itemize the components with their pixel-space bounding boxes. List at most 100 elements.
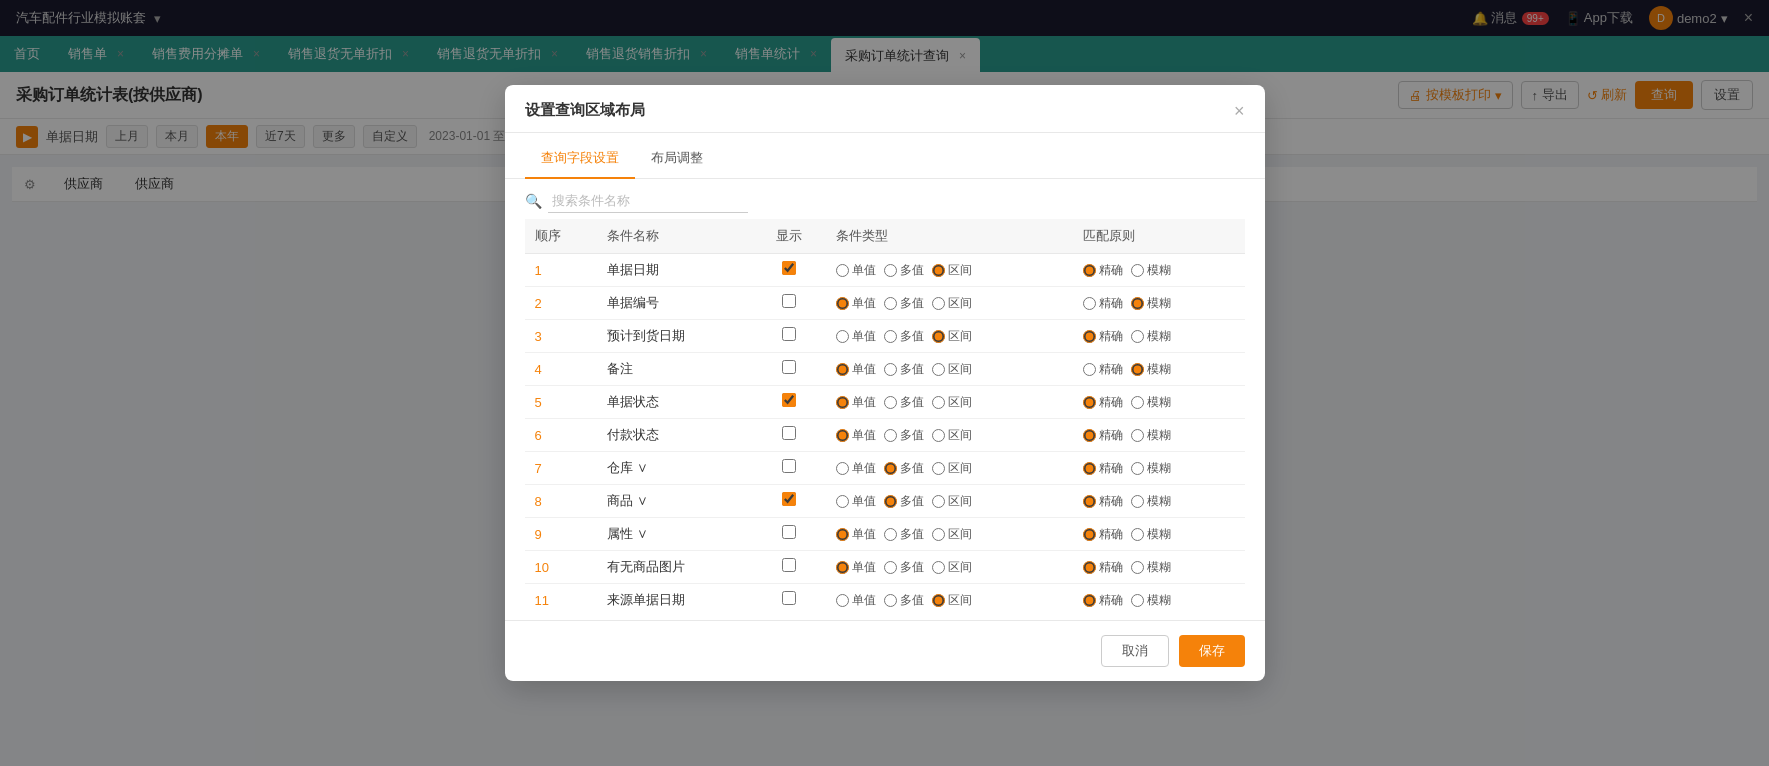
- seq-cell: 9: [525, 518, 598, 551]
- seq-number: 1: [535, 263, 542, 278]
- type-range-option[interactable]: 区间: [932, 328, 972, 345]
- type-multi-option[interactable]: 多值: [884, 262, 924, 279]
- show-cell: [753, 254, 826, 282]
- match-exact-option[interactable]: 精确: [1083, 427, 1123, 444]
- match-fuzzy-option[interactable]: 模糊: [1131, 493, 1171, 510]
- th-name: 条件名称: [597, 219, 752, 254]
- show-checkbox[interactable]: [782, 558, 796, 572]
- match-fuzzy-option[interactable]: 模糊: [1131, 361, 1171, 378]
- match-exact-option[interactable]: 精确: [1083, 493, 1123, 510]
- type-single-option[interactable]: 单值: [836, 526, 876, 543]
- show-checkbox[interactable]: [782, 525, 796, 539]
- seq-number: 3: [535, 329, 542, 344]
- show-checkbox[interactable]: [782, 492, 796, 506]
- match-exact-option[interactable]: 精确: [1083, 526, 1123, 543]
- type-cell: 单值多值区间: [826, 287, 1073, 320]
- type-multi-option[interactable]: 多值: [884, 295, 924, 312]
- match-exact-option[interactable]: 精确: [1083, 592, 1123, 609]
- match-exact-option[interactable]: 精确: [1083, 262, 1123, 279]
- match-fuzzy-option[interactable]: 模糊: [1131, 295, 1171, 312]
- type-multi-option[interactable]: 多值: [884, 592, 924, 609]
- table-row: 2单据编号单值多值区间精确模糊: [525, 287, 1245, 320]
- type-range-option[interactable]: 区间: [932, 394, 972, 411]
- match-fuzzy-option[interactable]: 模糊: [1131, 262, 1171, 279]
- seq-number: 7: [535, 461, 542, 476]
- show-checkbox[interactable]: [782, 393, 796, 407]
- seq-cell: 7: [525, 452, 598, 485]
- type-range-option[interactable]: 区间: [932, 262, 972, 279]
- type-multi-option[interactable]: 多值: [884, 361, 924, 378]
- seq-cell: 3: [525, 320, 598, 353]
- type-multi-option[interactable]: 多值: [884, 526, 924, 543]
- modal-close-button[interactable]: ×: [1234, 102, 1245, 120]
- show-checkbox[interactable]: [782, 459, 796, 473]
- type-multi-option[interactable]: 多值: [884, 559, 924, 576]
- show-cell: [753, 518, 826, 546]
- match-fuzzy-option[interactable]: 模糊: [1131, 460, 1171, 477]
- type-range-option[interactable]: 区间: [932, 295, 972, 312]
- modal-title: 设置查询区域布局: [525, 101, 645, 120]
- type-single-option[interactable]: 单值: [836, 394, 876, 411]
- type-multi-option[interactable]: 多值: [884, 394, 924, 411]
- type-multi-option[interactable]: 多值: [884, 328, 924, 345]
- type-single-option[interactable]: 单值: [836, 559, 876, 576]
- match-fuzzy-option[interactable]: 模糊: [1131, 559, 1171, 576]
- show-checkbox[interactable]: [782, 426, 796, 440]
- type-single-option[interactable]: 单值: [836, 493, 876, 510]
- match-exact-option[interactable]: 精确: [1083, 295, 1123, 312]
- show-checkbox[interactable]: [782, 294, 796, 308]
- type-multi-option[interactable]: 多值: [884, 460, 924, 477]
- show-checkbox[interactable]: [782, 591, 796, 605]
- modal-tab-query-fields[interactable]: 查询字段设置: [525, 143, 635, 179]
- name-cell: 有无商品图片: [597, 551, 752, 584]
- type-range-option[interactable]: 区间: [932, 361, 972, 378]
- seq-number: 9: [535, 527, 542, 542]
- show-cell: [753, 287, 826, 315]
- type-single-option[interactable]: 单值: [836, 361, 876, 378]
- show-cell: [753, 452, 826, 480]
- match-fuzzy-option[interactable]: 模糊: [1131, 328, 1171, 345]
- table-row: 11来源单据日期单值多值区间精确模糊: [525, 584, 1245, 617]
- match-exact-option[interactable]: 精确: [1083, 460, 1123, 477]
- modal-header: 设置查询区域布局 ×: [505, 85, 1265, 133]
- match-exact-option[interactable]: 精确: [1083, 559, 1123, 576]
- type-single-option[interactable]: 单值: [836, 328, 876, 345]
- save-button[interactable]: 保存: [1179, 635, 1245, 667]
- type-single-option[interactable]: 单值: [836, 295, 876, 312]
- type-range-option[interactable]: 区间: [932, 559, 972, 576]
- th-type: 条件类型: [826, 219, 1073, 254]
- cancel-button[interactable]: 取消: [1101, 635, 1169, 667]
- type-single-option[interactable]: 单值: [836, 460, 876, 477]
- show-checkbox[interactable]: [782, 261, 796, 275]
- match-fuzzy-option[interactable]: 模糊: [1131, 394, 1171, 411]
- show-checkbox[interactable]: [782, 327, 796, 341]
- type-cell: 单值多值区间: [826, 254, 1073, 287]
- type-single-option[interactable]: 单值: [836, 592, 876, 609]
- type-range-option[interactable]: 区间: [932, 460, 972, 477]
- type-single-option[interactable]: 单值: [836, 262, 876, 279]
- table-row: 4备注单值多值区间精确模糊: [525, 353, 1245, 386]
- match-exact-option[interactable]: 精确: [1083, 361, 1123, 378]
- type-range-option[interactable]: 区间: [932, 592, 972, 609]
- match-cell: 精确模糊: [1073, 386, 1244, 419]
- match-fuzzy-option[interactable]: 模糊: [1131, 526, 1171, 543]
- seq-number: 5: [535, 395, 542, 410]
- seq-cell: 2: [525, 287, 598, 320]
- name-cell: 单据状态: [597, 386, 752, 419]
- modal-tab-layout[interactable]: 布局调整: [635, 143, 719, 179]
- match-fuzzy-option[interactable]: 模糊: [1131, 592, 1171, 609]
- type-multi-option[interactable]: 多值: [884, 493, 924, 510]
- type-cell: 单值多值区间: [826, 452, 1073, 485]
- type-single-option[interactable]: 单值: [836, 427, 876, 444]
- type-multi-option[interactable]: 多值: [884, 427, 924, 444]
- show-checkbox[interactable]: [782, 360, 796, 374]
- match-cell: 精确模糊: [1073, 353, 1244, 386]
- type-cell: 单值多值区间: [826, 386, 1073, 419]
- type-range-option[interactable]: 区间: [932, 493, 972, 510]
- type-range-option[interactable]: 区间: [932, 526, 972, 543]
- search-input[interactable]: [548, 189, 748, 213]
- type-range-option[interactable]: 区间: [932, 427, 972, 444]
- match-fuzzy-option[interactable]: 模糊: [1131, 427, 1171, 444]
- match-exact-option[interactable]: 精确: [1083, 394, 1123, 411]
- match-exact-option[interactable]: 精确: [1083, 328, 1123, 345]
